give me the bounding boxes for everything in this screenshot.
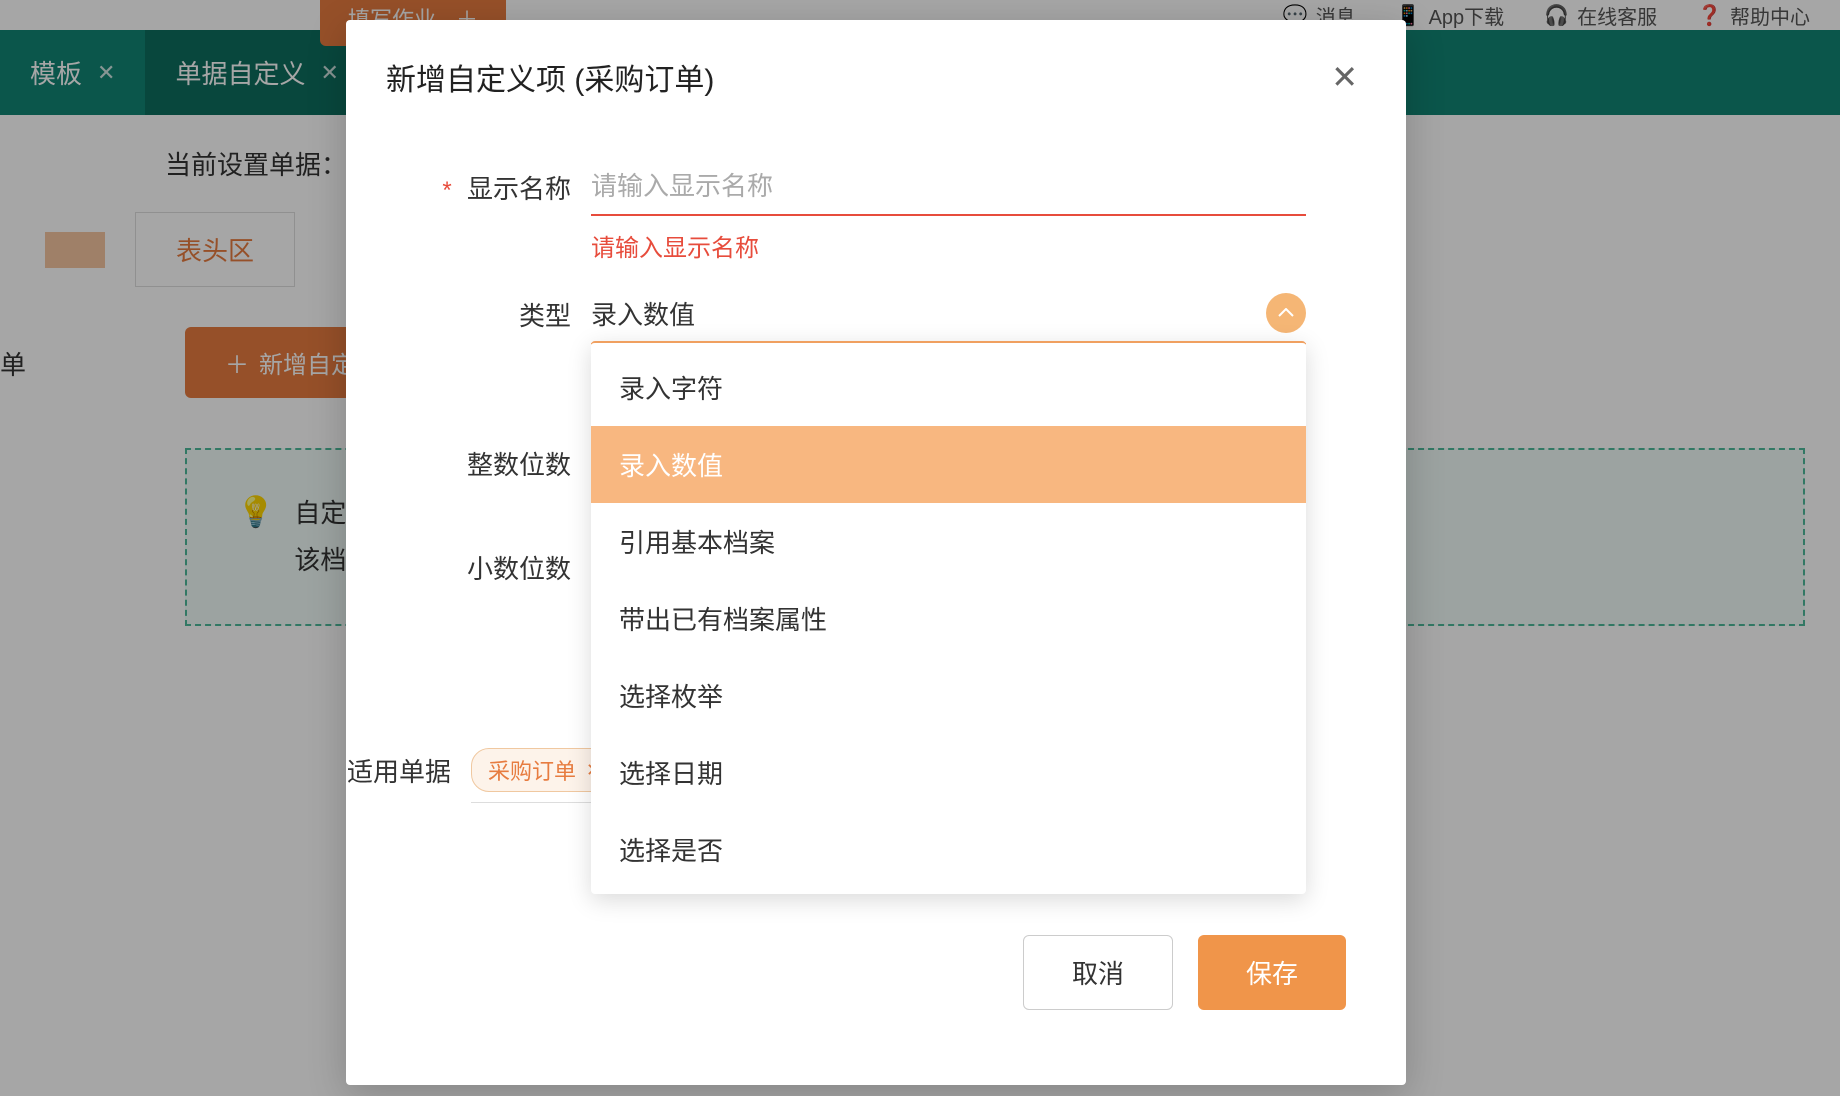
modal-header: 新增自定义项 (采购订单) ✕ [346, 20, 1406, 129]
modal-overlay: 新增自定义项 (采购订单) ✕ * 显示名称 请输入显示名称 类型 录入数值 [0, 0, 1840, 1096]
display-name-error: 请输入显示名称 [591, 228, 1306, 263]
dropdown-option-date[interactable]: 选择日期 [591, 734, 1306, 811]
modal-title: 新增自定义项 (采购订单) [386, 55, 714, 99]
dropdown-option-enum[interactable]: 选择枚举 [591, 657, 1306, 734]
display-name-label: * 显示名称 [416, 169, 591, 206]
applicable-label: 适用单据 [296, 752, 471, 789]
type-label: 类型 [416, 296, 591, 333]
required-asterisk: * [442, 177, 451, 204]
dropdown-option-number[interactable]: 录入数值 [591, 426, 1306, 503]
type-dropdown: 录入字符 录入数值 引用基本档案 带出已有档案属性 选择枚举 选择日期 选择是否 [591, 341, 1306, 894]
chevron-up-icon [1266, 293, 1306, 333]
save-button[interactable]: 保存 [1198, 935, 1346, 1010]
type-select[interactable]: 录入数值 [591, 283, 1306, 345]
modal-body: * 显示名称 请输入显示名称 类型 录入数值 [346, 129, 1406, 835]
field-type: 类型 录入数值 录入字符 录入数值 引用基本档案 带出已有档案属性 选择枚举 [416, 283, 1306, 345]
dec-digits-label: 小数位数 [416, 549, 591, 586]
int-digits-label: 整数位数 [416, 445, 591, 482]
add-custom-field-modal: 新增自定义项 (采购订单) ✕ * 显示名称 请输入显示名称 类型 录入数值 [346, 20, 1406, 1085]
display-name-input[interactable] [591, 159, 1306, 216]
dropdown-option-reference[interactable]: 引用基本档案 [591, 503, 1306, 580]
close-icon[interactable]: ✕ [1331, 61, 1358, 93]
dropdown-option-archive-attr[interactable]: 带出已有档案属性 [591, 580, 1306, 657]
dropdown-option-text[interactable]: 录入字符 [591, 349, 1306, 426]
field-display-name: * 显示名称 [416, 159, 1306, 216]
type-selected-value: 录入数值 [591, 295, 695, 332]
dropdown-option-boolean[interactable]: 选择是否 [591, 811, 1306, 888]
cancel-button[interactable]: 取消 [1023, 935, 1173, 1010]
